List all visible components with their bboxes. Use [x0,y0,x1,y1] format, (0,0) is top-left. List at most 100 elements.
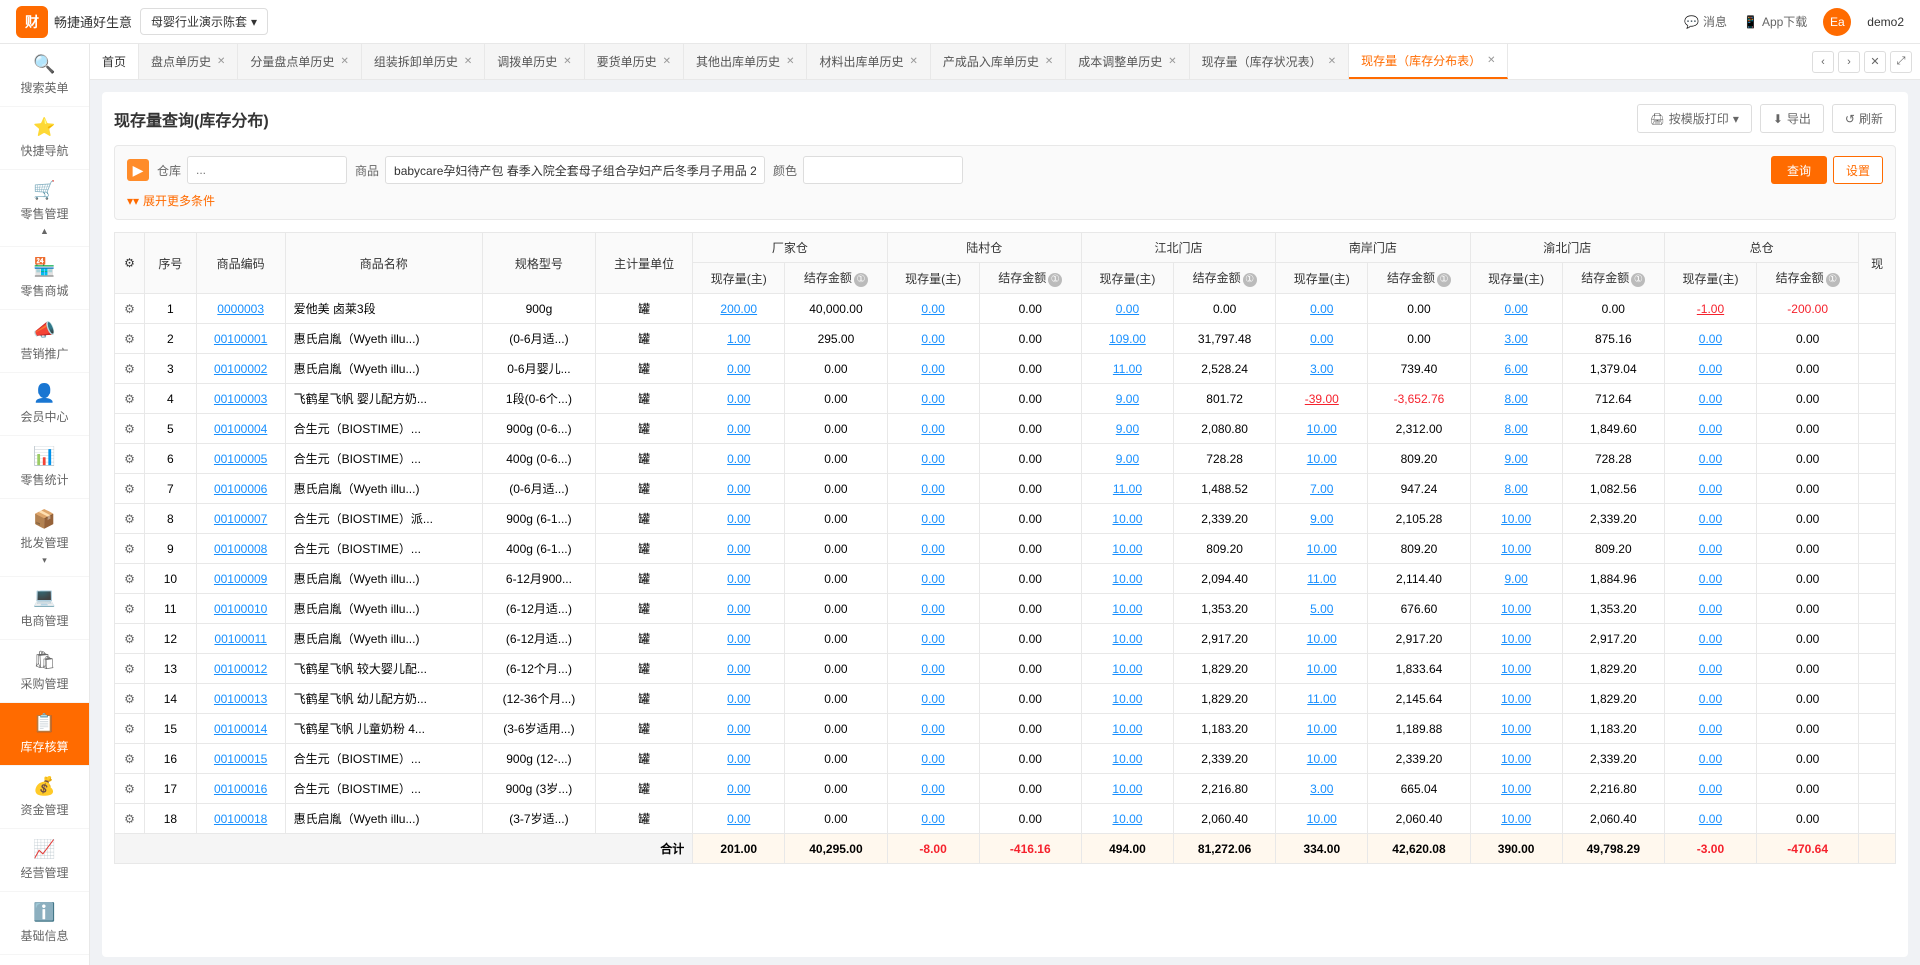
row-lv-qty: 0.00 [887,654,979,684]
sidebar-item-finance[interactable]: 💰 资金管理 [0,766,89,829]
sidebar-item-operations[interactable]: 📈 经营管理 [0,829,89,892]
sidebar-item-system[interactable]: ⚙️ 系统管理 [0,955,89,965]
tab-home[interactable]: 首页 [90,44,139,79]
jb-amt-info[interactable]: ① [1243,273,1257,287]
sidebar-item-ecom[interactable]: 💻 电商管理 [0,577,89,640]
col-yb-amt: 结存金额① [1562,263,1664,294]
store-selector[interactable]: 母婴行业演示陈套 ▾ [140,8,268,35]
factory-amt-info[interactable]: ① [854,273,868,287]
row-code: 00100006 [196,474,285,504]
row-current [1859,804,1896,834]
export-button[interactable]: ⬇ 导出 [1760,104,1824,133]
tab-next-btn[interactable]: › [1838,51,1860,73]
sidebar-item-stats[interactable]: 📊 零售统计 [0,436,89,499]
row-settings[interactable]: ⚙ [115,714,145,744]
row-settings[interactable]: ⚙ [115,684,145,714]
tab-close-icon[interactable]: ✕ [563,56,571,67]
warehouse-input[interactable] [187,156,347,184]
row-settings[interactable]: ⚙ [115,294,145,324]
sidebar-item-purchase[interactable]: 🛍 采购管理 [0,640,89,703]
yb-amt-info[interactable]: ① [1631,273,1645,287]
sidebar-item-mall[interactable]: 🏪 零售商城 [0,247,89,310]
row-settings[interactable]: ⚙ [115,504,145,534]
expand-icon: ▾▾ [127,194,139,208]
color-input[interactable] [803,156,963,184]
tab-partial-stocktake[interactable]: 分量盘点单历史 ✕ [238,44,361,79]
sidebar-item-nav[interactable]: ⭐ 快捷导航 [0,107,89,170]
row-settings[interactable]: ⚙ [115,774,145,804]
row-lv-qty: 0.00 [887,744,979,774]
app-download-action[interactable]: 📱 App下载 [1743,13,1807,30]
row-settings[interactable]: ⚙ [115,444,145,474]
row-settings[interactable]: ⚙ [115,534,145,564]
row-settings[interactable]: ⚙ [115,324,145,354]
col-settings-header[interactable]: ⚙ [115,233,145,294]
row-settings[interactable]: ⚙ [115,354,145,384]
tab-inventory-status[interactable]: 现存量（库存状况表） ✕ [1190,44,1349,79]
expand-conditions-btn[interactable]: ▾▾ 展开更多条件 [127,192,1883,209]
row-settings[interactable]: ⚙ [115,744,145,774]
sidebar-item-search[interactable]: 🔍 搜索英单 [0,44,89,107]
tab-material-out[interactable]: 材料出库单历史 ✕ [807,44,930,79]
settings-button[interactable]: 设置 [1833,156,1883,184]
row-settings[interactable]: ⚙ [115,654,145,684]
sidebar-item-member[interactable]: 👤 会员中心 [0,373,89,436]
lv-amt-info[interactable]: ① [1048,273,1062,287]
tab-close-icon[interactable]: ✕ [340,56,348,67]
refresh-button[interactable]: ↺ 刷新 [1832,104,1896,133]
row-no: 8 [145,504,197,534]
tab-close-icon[interactable]: ✕ [1328,56,1336,67]
avatar[interactable]: Ea [1823,8,1851,36]
row-total-amt: 0.00 [1757,714,1859,744]
tab-inventory-dist[interactable]: 现存量（库存分布表） ✕ [1349,44,1508,79]
total-amt-info[interactable]: ① [1826,273,1840,287]
sidebar-item-inventory[interactable]: 📋 库存核算 [0,703,89,766]
tab-close-icon[interactable]: ✕ [786,56,794,67]
tab-close-icon[interactable]: ✕ [1487,55,1495,66]
sidebar-item-basic[interactable]: ℹ️ 基础信息 [0,892,89,955]
tab-cost-adjust[interactable]: 成本调整单历史 ✕ [1066,44,1189,79]
na-amt-info[interactable]: ① [1437,273,1451,287]
row-jb-amt: 1,353.20 [1174,594,1276,624]
row-settings[interactable]: ⚙ [115,384,145,414]
sidebar-item-marketing[interactable]: 📣 营销推广 [0,310,89,373]
row-total-qty: 0.00 [1664,684,1756,714]
tab-product-in[interactable]: 产成品入库单历史 ✕ [931,44,1066,79]
row-settings[interactable]: ⚙ [115,624,145,654]
message-action[interactable]: 💬 消息 [1684,13,1727,30]
print-button[interactable]: 🖨 按模版打印 ▾ [1637,104,1752,133]
row-lv-amt: 0.00 [979,324,1081,354]
row-jb-amt: 728.28 [1174,444,1276,474]
row-yb-amt: 1,082.56 [1562,474,1664,504]
tab-close-all-btn[interactable]: ✕ [1864,51,1886,73]
sidebar-item-retail-mgmt[interactable]: 🛒 零售管理 ▲ [0,170,89,247]
row-settings[interactable]: ⚙ [115,564,145,594]
tab-outstock[interactable]: 其他出库单历史 ✕ [684,44,807,79]
row-jb-qty: 10.00 [1081,594,1173,624]
tab-close-icon[interactable]: ✕ [663,56,671,67]
row-jb-qty: 11.00 [1081,354,1173,384]
tab-close-icon[interactable]: ✕ [1168,56,1176,67]
row-settings[interactable]: ⚙ [115,594,145,624]
search-button[interactable]: 查询 [1771,156,1827,184]
expand-arrow-btn[interactable]: ▶ [127,159,149,181]
row-settings[interactable]: ⚙ [115,474,145,504]
tab-close-icon[interactable]: ✕ [464,56,472,67]
sidebar-item-wholesale[interactable]: 📦 批发管理 ▾ [0,499,89,577]
row-settings[interactable]: ⚙ [115,414,145,444]
row-yb-qty: 8.00 [1470,384,1562,414]
row-total-qty: 0.00 [1664,804,1756,834]
row-settings[interactable]: ⚙ [115,804,145,834]
tab-close-icon[interactable]: ✕ [217,56,225,67]
arrow-icon-2: ▾ [42,555,47,566]
tab-assemble[interactable]: 组装拆卸单历史 ✕ [362,44,485,79]
tab-close-icon[interactable]: ✕ [909,56,917,67]
tab-expand-btn[interactable]: ⤢ [1890,51,1912,73]
tab-transfer[interactable]: 调拨单历史 ✕ [485,44,584,79]
goods-input[interactable] [385,156,765,184]
tab-prev-btn[interactable]: ‹ [1812,51,1834,73]
tab-order[interactable]: 要货单历史 ✕ [585,44,684,79]
tab-stocktake[interactable]: 盘点单历史 ✕ [139,44,238,79]
row-current [1859,384,1896,414]
tab-close-icon[interactable]: ✕ [1045,56,1053,67]
